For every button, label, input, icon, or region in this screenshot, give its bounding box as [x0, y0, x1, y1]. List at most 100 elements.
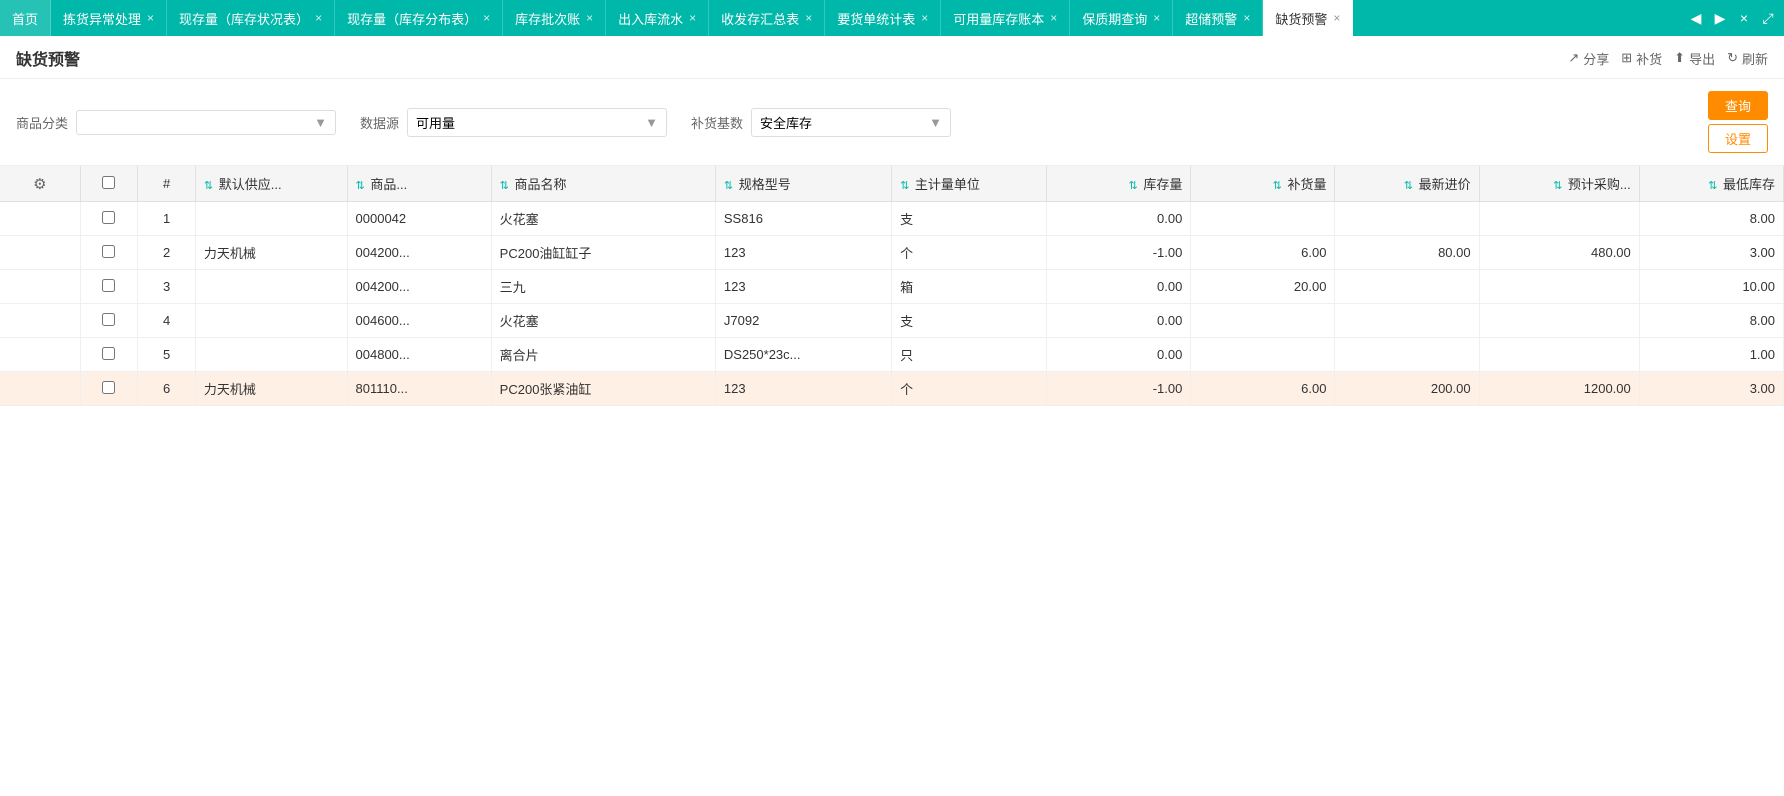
tab-close-btn[interactable]: × [1732, 6, 1756, 30]
close-tab-available-ledger[interactable]: × [1050, 11, 1057, 25]
row-checkbox[interactable] [102, 211, 115, 224]
row-latest-price: 200.00 [1335, 372, 1479, 406]
row-checkbox-cell[interactable] [80, 304, 138, 338]
row-spec: DS250*23c... [715, 338, 891, 372]
row-checkbox-cell[interactable] [80, 270, 138, 304]
settings-button[interactable]: 设置 [1708, 124, 1768, 153]
row-unit: 个 [892, 372, 1047, 406]
col-est-purchase[interactable]: ⇅ 预计采购... [1479, 166, 1639, 202]
close-tab-overstock[interactable]: × [1243, 11, 1250, 25]
tab-prev-btn[interactable]: ◀ [1684, 6, 1708, 30]
col-replenish-qty[interactable]: ⇅ 补货量 [1191, 166, 1335, 202]
row-seq: 3 [138, 270, 196, 304]
col-unit[interactable]: ⇅ 主计量单位 [892, 166, 1047, 202]
tab-expiry-query[interactable]: 保质期查询 × [1070, 0, 1173, 36]
row-latest-price [1335, 338, 1479, 372]
share-button[interactable]: ↗ 分享 [1568, 49, 1609, 68]
row-product-name: 离合片 [491, 338, 715, 372]
tab-batch-account[interactable]: 库存批次账 × [503, 0, 606, 36]
datasource-select[interactable]: 可用量 ▼ [407, 108, 667, 137]
row-product-code: 801110... [347, 372, 491, 406]
tab-exception[interactable]: 拣货异常处理 × [51, 0, 167, 36]
tab-home[interactable]: 首页 [0, 0, 51, 36]
close-tab-exception[interactable]: × [147, 11, 154, 25]
row-product-name: 火花塞 [491, 304, 715, 338]
row-supplier [195, 338, 347, 372]
refresh-button[interactable]: ↻ 刷新 [1727, 49, 1768, 68]
col-gear[interactable]: ⚙ [0, 166, 80, 202]
close-tab-shortage[interactable]: × [1333, 11, 1340, 25]
supplement-button[interactable]: ⊞ 补货 [1621, 49, 1662, 68]
tab-maximize-btn[interactable]: ⤢ [1756, 6, 1780, 30]
close-tab-batch-account[interactable]: × [586, 11, 593, 25]
close-tab-expiry-query[interactable]: × [1153, 11, 1160, 25]
filter-row: 商品分类 ▼ 数据源 可用量 ▼ 补货基数 安全库存 ▼ 查询 设置 [0, 79, 1784, 166]
row-inventory: 0.00 [1047, 304, 1191, 338]
tab-shortage[interactable]: 缺货预警 × [1263, 0, 1353, 36]
select-all-checkbox[interactable] [102, 176, 115, 189]
row-checkbox[interactable] [102, 245, 115, 258]
row-checkbox[interactable] [102, 279, 115, 292]
row-spec: SS816 [715, 202, 891, 236]
row-supplier: 力天机械 [195, 372, 347, 406]
tab-inout-flow[interactable]: 出入库流水 × [606, 0, 709, 36]
product-code-sort-icon: ⇅ [356, 180, 365, 192]
row-product-name: 三九 [491, 270, 715, 304]
row-gear-cell [0, 338, 80, 372]
tab-inventory-dist[interactable]: 现存量（库存分布表） × [335, 0, 503, 36]
gear-icon[interactable]: ⚙ [33, 176, 46, 193]
col-inventory[interactable]: ⇅ 库存量 [1047, 166, 1191, 202]
product-name-sort-icon: ⇅ [500, 180, 509, 192]
replenish-select[interactable]: 安全库存 ▼ [751, 108, 951, 137]
row-checkbox-cell[interactable] [80, 372, 138, 406]
row-replenish-qty [1191, 338, 1335, 372]
export-button[interactable]: ⬆ 导出 [1674, 49, 1715, 68]
supplement-icon: ⊞ [1621, 50, 1632, 66]
tab-requisition-stat[interactable]: 要货单统计表 × [825, 0, 941, 36]
row-product-name: PC200油缸缸子 [491, 236, 715, 270]
tab-receive-summary[interactable]: 收发存汇总表 × [709, 0, 825, 36]
col-product-code[interactable]: ⇅ 商品... [347, 166, 491, 202]
share-icon: ↗ [1568, 50, 1579, 66]
col-default-supplier[interactable]: ⇅ 默认供应... [195, 166, 347, 202]
col-min-inventory[interactable]: ⇅ 最低库存 [1639, 166, 1783, 202]
row-min-inventory: 8.00 [1639, 202, 1783, 236]
est-purchase-sort-icon: ⇅ [1553, 180, 1562, 192]
row-checkbox-cell[interactable] [80, 338, 138, 372]
row-checkbox[interactable] [102, 313, 115, 326]
spec-sort-icon: ⇅ [724, 180, 733, 192]
col-latest-price[interactable]: ⇅ 最新进价 [1335, 166, 1479, 202]
close-tab-inventory-status[interactable]: × [315, 11, 322, 25]
row-replenish-qty: 6.00 [1191, 372, 1335, 406]
row-unit: 只 [892, 338, 1047, 372]
row-product-code: 0000042 [347, 202, 491, 236]
tab-overstock[interactable]: 超储预警 × [1173, 0, 1263, 36]
close-tab-receive-summary[interactable]: × [805, 11, 812, 25]
tab-available-ledger[interactable]: 可用量库存账本 × [941, 0, 1070, 36]
datasource-filter: 数据源 可用量 ▼ [360, 108, 667, 137]
row-checkbox[interactable] [102, 347, 115, 360]
tab-inventory-status[interactable]: 现存量（库存状况表） × [167, 0, 335, 36]
row-replenish-qty [1191, 304, 1335, 338]
row-replenish-qty [1191, 202, 1335, 236]
query-button[interactable]: 查询 [1708, 91, 1768, 120]
row-unit: 箱 [892, 270, 1047, 304]
close-tab-inventory-dist[interactable]: × [483, 11, 490, 25]
category-select[interactable]: ▼ [76, 110, 336, 135]
row-checkbox[interactable] [102, 381, 115, 394]
row-seq: 1 [138, 202, 196, 236]
page-title: 缺货预警 [16, 46, 80, 70]
row-min-inventory: 3.00 [1639, 372, 1783, 406]
row-est-purchase [1479, 338, 1639, 372]
row-gear-cell [0, 372, 80, 406]
row-min-inventory: 10.00 [1639, 270, 1783, 304]
tab-next-btn[interactable]: ▶ [1708, 6, 1732, 30]
row-checkbox-cell[interactable] [80, 236, 138, 270]
col-spec[interactable]: ⇅ 规格型号 [715, 166, 891, 202]
close-tab-requisition-stat[interactable]: × [921, 11, 928, 25]
close-tab-inout-flow[interactable]: × [689, 11, 696, 25]
col-product-name[interactable]: ⇅ 商品名称 [491, 166, 715, 202]
col-checkbox-header[interactable] [80, 166, 138, 202]
row-inventory: 0.00 [1047, 270, 1191, 304]
row-checkbox-cell[interactable] [80, 202, 138, 236]
